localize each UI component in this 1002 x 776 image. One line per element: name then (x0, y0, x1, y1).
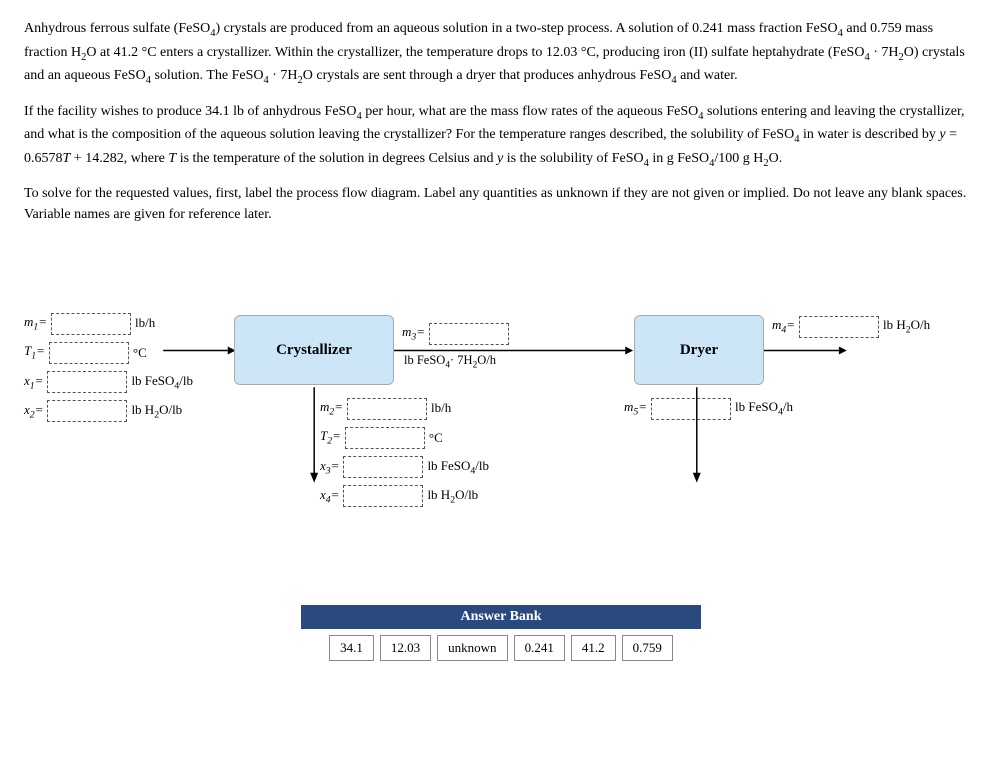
T1-input[interactable] (49, 342, 129, 364)
answer-bank-area: Answer Bank 34.1 12.03 unknown 0.241 41.… (24, 605, 978, 661)
answer-item-41-2[interactable]: 41.2 (571, 635, 616, 661)
m4-input[interactable] (799, 316, 879, 338)
answer-bank-header: Answer Bank (301, 605, 701, 629)
stream3-block: m3= lb FeSO4· 7H2O/h (402, 320, 509, 375)
m1-input[interactable] (51, 313, 131, 335)
x3-input[interactable] (343, 456, 423, 478)
stream4-block: m4= lb H2O/h (772, 313, 930, 342)
m5-input[interactable] (651, 398, 731, 420)
answer-item-34-1[interactable]: 34.1 (329, 635, 374, 661)
paragraph-1: Anhydrous ferrous sulfate (FeSO4) crysta… (24, 18, 978, 89)
answer-item-unknown[interactable]: unknown (437, 635, 507, 661)
answer-item-0-241[interactable]: 0.241 (514, 635, 565, 661)
answer-item-12-03[interactable]: 12.03 (380, 635, 431, 661)
dryer-label: Dryer (680, 342, 718, 359)
answer-bank-items: 34.1 12.03 unknown 0.241 41.2 0.759 (329, 635, 673, 661)
paragraph-2: If the facility wishes to produce 34.1 l… (24, 101, 978, 172)
m2-input[interactable] (347, 398, 427, 420)
crystallizer-box: Crystallizer (234, 315, 394, 385)
crystallizer-label: Crystallizer (276, 342, 352, 359)
dryer-box: Dryer (634, 315, 764, 385)
stream2-block: m2= lb/h T2= °C x3= lb FeSO4/lb x4= lb H… (320, 395, 489, 511)
stream5-block: m5= lb FeSO4/h (624, 395, 793, 424)
process-diagram: Crystallizer Dryer m1= lb/h T1= °C x1= l… (24, 255, 978, 595)
answer-item-0-759[interactable]: 0.759 (622, 635, 673, 661)
m3-input[interactable] (429, 323, 509, 345)
x2-input[interactable] (47, 400, 127, 422)
stream1-block: m1= lb/h T1= °C x1= lb FeSO4/lb x2= lb H… (24, 310, 193, 426)
x1-input[interactable] (47, 371, 127, 393)
paragraph-3: To solve for the requested values, first… (24, 183, 978, 225)
T2-input[interactable] (345, 427, 425, 449)
x4-input[interactable] (343, 485, 423, 507)
